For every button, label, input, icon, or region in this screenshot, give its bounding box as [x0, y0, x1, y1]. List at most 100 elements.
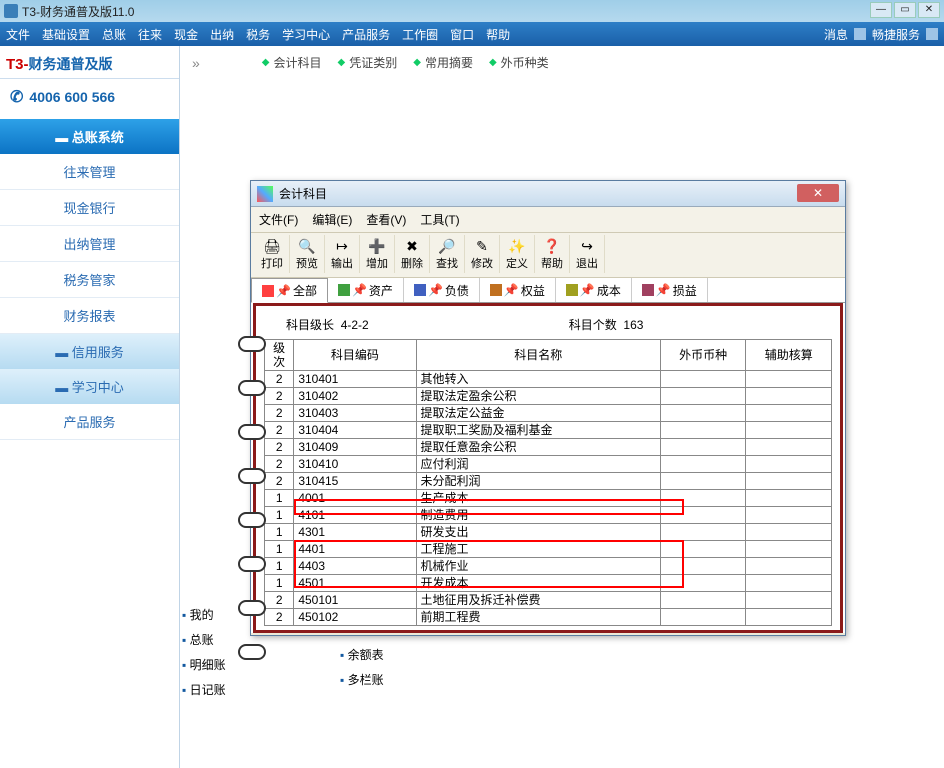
ql-balance[interactable]: 余额表	[340, 646, 384, 663]
breadcrumb: » ◆会计科目 ◆凭证类别 ◆常用摘要 ◆外币种类	[180, 46, 944, 79]
tbtn-预览[interactable]: 🔍预览	[290, 235, 325, 273]
col-level[interactable]: 级 次	[265, 340, 294, 371]
bc-voucher-type[interactable]: ◆凭证类别	[338, 54, 398, 71]
table-row[interactable]: 2450101土地征用及拆迁补偿费	[265, 592, 832, 609]
bc-summary[interactable]: ◆常用摘要	[413, 54, 473, 71]
menu-cashier[interactable]: 出纳	[210, 26, 234, 43]
tbtn-打印[interactable]: 🖨打印	[255, 235, 290, 273]
table-row[interactable]: 2310401其他转入	[265, 371, 832, 388]
table-row[interactable]: 2310404提取职工奖励及福利基金	[265, 422, 832, 439]
tab-成本[interactable]: 📌成本	[556, 278, 632, 302]
table-row[interactable]: 2310403提取法定公益金	[265, 405, 832, 422]
ql-detail[interactable]: 明细账	[182, 656, 226, 673]
menu-help[interactable]: 帮助	[486, 26, 510, 43]
table-row[interactable]: 2310415未分配利润	[265, 473, 832, 490]
dialog-menu: 文件(F) 编辑(E) 查看(V) 工具(T)	[251, 207, 845, 233]
dialog-title: 会计科目	[279, 185, 327, 202]
tbtn-输出[interactable]: ↦输出	[325, 235, 360, 273]
dmenu-file[interactable]: 文件(F)	[259, 211, 298, 228]
nav-cashier-mgmt[interactable]: 出纳管理	[0, 226, 179, 262]
table-row[interactable]: 14403机械作业	[265, 558, 832, 575]
ql-journal[interactable]: 日记账	[182, 681, 226, 698]
message-link[interactable]: 消息	[824, 26, 848, 43]
table-row[interactable]: 2310402提取法定盈余公积	[265, 388, 832, 405]
spiral-binding	[238, 336, 266, 660]
menu-product[interactable]: 产品服务	[342, 26, 390, 43]
menu-tax[interactable]: 税务	[246, 26, 270, 43]
account-grid[interactable]: 级 次 科目编码 科目名称 外币币种 辅助核算 2310401其他转入23104…	[264, 339, 832, 626]
dmenu-view[interactable]: 查看(V)	[366, 211, 406, 228]
menu-basic[interactable]: 基础设置	[42, 26, 90, 43]
ql-mine[interactable]: 我的	[182, 606, 226, 623]
nav-gl-system[interactable]: ▬ 总账系统	[0, 119, 179, 154]
dmenu-tools[interactable]: 工具(T)	[420, 211, 459, 228]
col-name[interactable]: 科目名称	[416, 340, 660, 371]
table-row[interactable]: 14001生产成本	[265, 490, 832, 507]
dialog-close-button[interactable]: ✕	[797, 184, 839, 202]
tab-损益[interactable]: 📌损益	[632, 278, 708, 302]
tbtn-查找[interactable]: 🔎查找	[430, 235, 465, 273]
dmenu-edit[interactable]: 编辑(E)	[312, 211, 352, 228]
nav-cash-bank[interactable]: 现金银行	[0, 190, 179, 226]
menu-circle[interactable]: 工作圈	[402, 26, 438, 43]
tbtn-增加[interactable]: ➕增加	[360, 235, 395, 273]
nav-study[interactable]: ▬ 学习中心	[0, 369, 179, 404]
ql-gl[interactable]: 总账	[182, 631, 226, 648]
menu-cash[interactable]: 现金	[174, 26, 198, 43]
tab-资产[interactable]: 📌资产	[328, 278, 404, 302]
tab-全部[interactable]: 📌全部	[251, 278, 328, 303]
nav-ar-mgmt[interactable]: 往来管理	[0, 154, 179, 190]
tab-权益[interactable]: 📌权益	[480, 278, 556, 302]
app-icon	[4, 4, 18, 18]
service-link[interactable]: 畅捷服务	[872, 26, 920, 43]
main-menubar: 文件 基础设置 总账 往来 现金 出纳 税务 学习中心 产品服务 工作圈 窗口 …	[0, 22, 944, 46]
tbtn-删除[interactable]: ✖删除	[395, 235, 430, 273]
table-row[interactable]: 14301研发支出	[265, 524, 832, 541]
nav-fin-report[interactable]: 财务报表	[0, 298, 179, 334]
account-dialog: 会计科目 ✕ 文件(F) 编辑(E) 查看(V) 工具(T) 🖨打印🔍预览↦输出…	[250, 180, 846, 636]
menu-ar[interactable]: 往来	[138, 26, 162, 43]
maximize-button[interactable]: ▭	[894, 2, 916, 18]
menu-window[interactable]: 窗口	[450, 26, 474, 43]
tbtn-帮助[interactable]: ❓帮助	[535, 235, 570, 273]
menu-file[interactable]: 文件	[6, 26, 30, 43]
count-value: 163	[623, 318, 643, 332]
menu-study[interactable]: 学习中心	[282, 26, 330, 43]
ql-multicol[interactable]: 多栏账	[340, 671, 384, 688]
minimize-button[interactable]: —	[870, 2, 892, 18]
nav-tax-mgr[interactable]: 税务管家	[0, 262, 179, 298]
table-row[interactable]: 2310409提取任意盈余公积	[265, 439, 832, 456]
window-buttons: — ▭ ✕	[870, 2, 940, 18]
level-label: 科目级长	[286, 318, 334, 332]
brand-name: 财务通普及版	[29, 56, 113, 72]
table-row[interactable]: 14501开发成本	[265, 575, 832, 592]
table-row[interactable]: 2450102前期工程费	[265, 609, 832, 626]
bc-account[interactable]: ◆会计科目	[262, 54, 322, 71]
bc-currency[interactable]: ◆外币种类	[489, 54, 549, 71]
chat-icon[interactable]	[854, 28, 866, 40]
dialog-icon	[257, 186, 273, 202]
table-row[interactable]: 2310410应付利润	[265, 456, 832, 473]
tbtn-定义[interactable]: ✨定义	[500, 235, 535, 273]
col-aux[interactable]: 辅助核算	[746, 340, 832, 371]
tbtn-修改[interactable]: ✎修改	[465, 235, 500, 273]
close-button[interactable]: ✕	[918, 2, 940, 18]
dialog-titlebar[interactable]: 会计科目 ✕	[251, 181, 845, 207]
service-icon[interactable]	[926, 28, 938, 40]
window-titlebar: T3-财务通普及版11.0 — ▭ ✕	[0, 0, 944, 22]
table-row[interactable]: 14101制造费用	[265, 507, 832, 524]
menu-gl[interactable]: 总账	[102, 26, 126, 43]
sidebar: T3-财务通普及版 ✆ 4006 600 566 ▬ 总账系统 往来管理 现金银…	[0, 46, 180, 768]
nav-credit[interactable]: ▬ 信用服务	[0, 334, 179, 369]
left-quick-links: 我的 总账 明细账 日记账	[182, 606, 226, 698]
col-code[interactable]: 科目编码	[294, 340, 416, 371]
dialog-toolbar: 🖨打印🔍预览↦输出➕增加✖删除🔎查找✎修改✨定义❓帮助↪退出	[251, 233, 845, 278]
tab-负债[interactable]: 📌负债	[404, 278, 480, 302]
phone-number: 4006 600 566	[29, 89, 115, 105]
window-title: T3-财务通普及版11.0	[22, 3, 134, 20]
nav-product[interactable]: 产品服务	[0, 404, 179, 440]
chevron-icon: »	[192, 55, 200, 71]
table-row[interactable]: 14401工程施工	[265, 541, 832, 558]
tbtn-退出[interactable]: ↪退出	[570, 235, 605, 273]
col-currency[interactable]: 外币币种	[660, 340, 746, 371]
